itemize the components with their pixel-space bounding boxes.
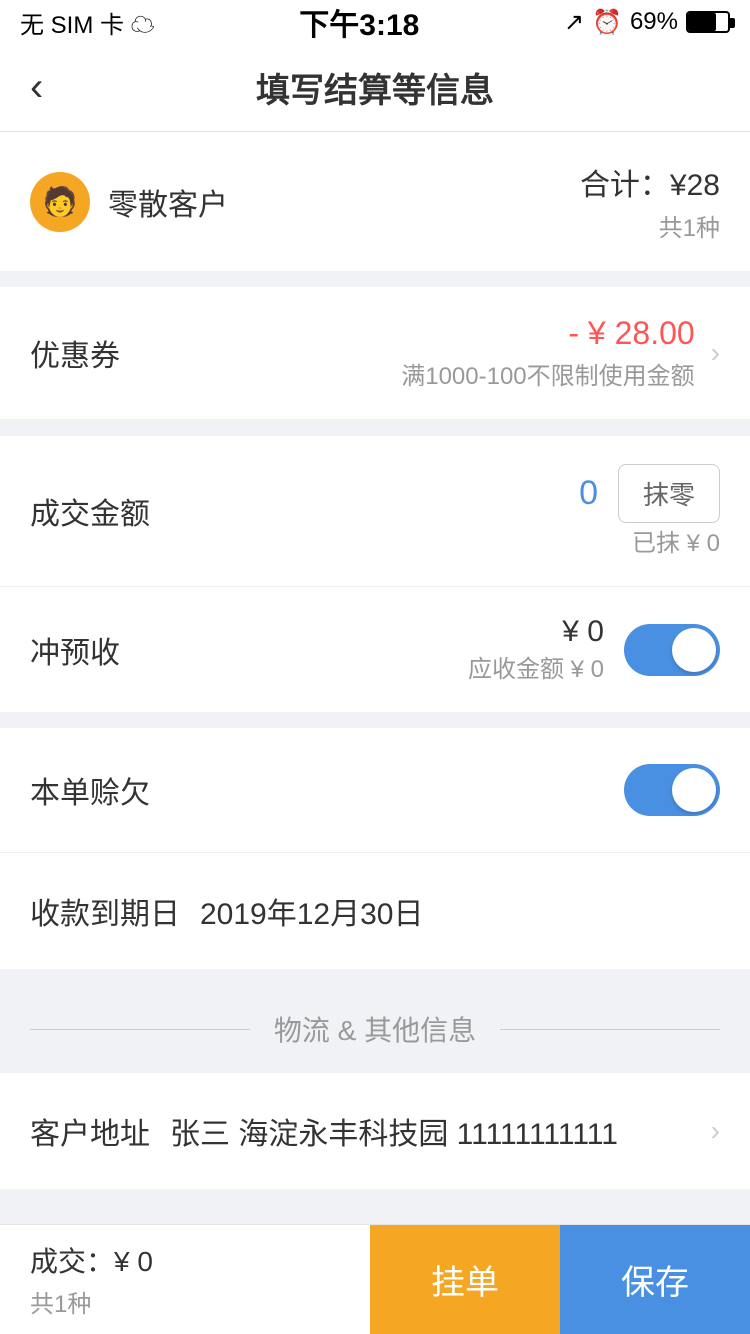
credit-toggle[interactable]	[624, 764, 720, 816]
alarm-icon: ⏰	[592, 8, 622, 37]
deal-amount-label: 成交金额	[30, 489, 150, 533]
prepay-row: 冲预收 ¥ 0 应收金额 ¥ 0	[0, 587, 750, 712]
address-section: 客户地址 张三 海淀永丰科技园 11111111111 ›	[0, 1073, 750, 1189]
status-left: 无 SIM 卡 ☁	[20, 5, 155, 40]
bottom-info: 成交：¥ 0 共1种	[0, 1240, 370, 1319]
customer-right: 合计：¥28 共1种	[580, 160, 720, 243]
status-right: ↗ ⏰ 69%	[564, 8, 730, 37]
customer-row: 🧑 零散客户 合计：¥28 共1种	[0, 132, 750, 271]
nav-bar: ‹ 填写结算等信息	[0, 44, 750, 132]
logistics-label: 物流 & 其他信息	[274, 1015, 476, 1046]
coupon-row[interactable]: 优惠券 - ¥ 28.00 满1000-100不限制使用金额 ›	[0, 287, 750, 420]
due-date-row[interactable]: 收款到期日 2019年12月30日	[0, 853, 750, 969]
deal-amount-sub: 已抹 ¥ 0	[579, 523, 720, 558]
coupon-section: 优惠券 - ¥ 28.00 满1000-100不限制使用金额 ›	[0, 287, 750, 420]
bottom-deal-label: 成交：¥ 0	[30, 1240, 340, 1280]
coupon-right: - ¥ 28.00 满1000-100不限制使用金额 ›	[401, 315, 720, 391]
customer-left: 🧑 零散客户	[30, 172, 228, 232]
address-label: 客户地址	[30, 1109, 150, 1153]
prepay-amount: ¥ 0	[468, 615, 604, 649]
toggle-knob	[672, 628, 716, 672]
customer-total: 合计：¥28	[580, 160, 720, 204]
address-chevron-icon: ›	[711, 1115, 720, 1147]
status-bar: 无 SIM 卡 ☁ 下午3:18 ↗ ⏰ 69%	[0, 0, 750, 44]
due-date-value: 2019年12月30日	[200, 889, 423, 933]
prepay-sub: 应收金额 ¥ 0	[468, 649, 604, 684]
deal-section: 成交金额 0 抹零 已抹 ¥ 0 冲预收 ¥ 0 应收金额 ¥ 0	[0, 436, 750, 712]
save-button[interactable]: 保存	[560, 1225, 750, 1334]
credit-section: 本单赊欠 收款到期日 2019年12月30日	[0, 728, 750, 969]
address-row[interactable]: 客户地址 张三 海淀永丰科技园 11111111111 ›	[0, 1073, 750, 1189]
location-icon: ↗	[564, 8, 584, 37]
status-time: 下午3:18	[299, 0, 419, 44]
credit-label: 本单赊欠	[30, 768, 150, 812]
battery-icon	[686, 11, 730, 33]
avatar-icon: 🧑	[43, 185, 78, 218]
avatar: 🧑	[30, 172, 90, 232]
credit-row: 本单赊欠	[0, 728, 750, 853]
address-value: 张三 海淀永丰科技园 11111111111	[170, 1109, 711, 1153]
coupon-value: - ¥ 28.00	[401, 315, 694, 352]
page-title: 填写结算等信息	[256, 63, 494, 112]
bottom-count: 共1种	[30, 1284, 340, 1319]
customer-count: 共1种	[580, 208, 720, 243]
prepay-toggle[interactable]	[624, 624, 720, 676]
deal-amount-right: 0 抹零	[579, 464, 720, 523]
sim-status: 无 SIM 卡 ☁	[20, 5, 155, 40]
coupon-sub: 满1000-100不限制使用金额	[401, 356, 694, 391]
prepay-values: ¥ 0 应收金额 ¥ 0	[468, 615, 604, 684]
hold-button[interactable]: 挂单	[370, 1225, 560, 1334]
prepay-right: ¥ 0 应收金额 ¥ 0	[468, 615, 720, 684]
bottom-bar: 成交：¥ 0 共1种 挂单 保存	[0, 1224, 750, 1334]
deal-amount-value: 0	[579, 474, 598, 513]
battery-text: 69%	[630, 8, 678, 36]
credit-toggle-knob	[672, 768, 716, 812]
chevron-right-icon: ›	[711, 337, 720, 369]
back-button[interactable]: ‹	[30, 65, 43, 110]
logistics-header: 物流 & 其他信息	[0, 985, 750, 1073]
coupon-label: 优惠券	[30, 331, 120, 375]
round-zero-button[interactable]: 抹零	[618, 464, 720, 523]
prepay-label: 冲预收	[30, 628, 120, 672]
customer-name: 零散客户	[108, 180, 228, 224]
deal-amount-row: 成交金额 0 抹零 已抹 ¥ 0	[0, 436, 750, 587]
due-date-label: 收款到期日	[30, 889, 180, 933]
content: 🧑 零散客户 合计：¥28 共1种 优惠券 - ¥ 28.00 满1000-10…	[0, 132, 750, 1309]
